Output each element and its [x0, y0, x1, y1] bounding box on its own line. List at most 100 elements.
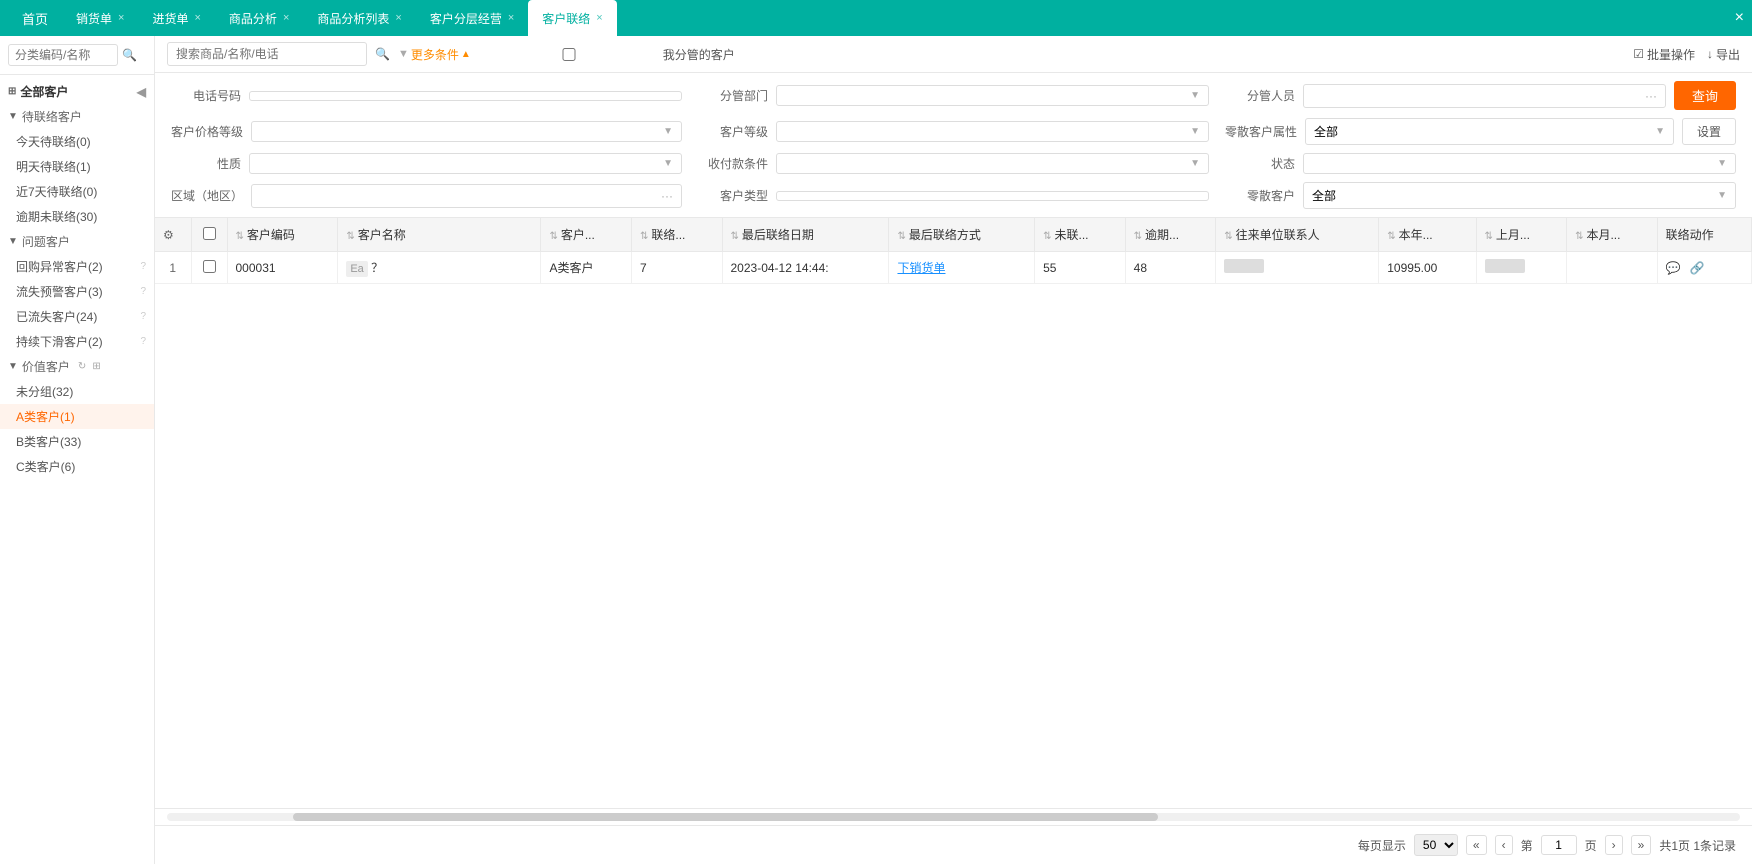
nature-select[interactable]: ▼ — [249, 153, 682, 174]
sidebar-item-churned[interactable]: 已流失客户(24) ? — [0, 304, 154, 329]
select-all-checkbox[interactable] — [203, 227, 216, 240]
close-purchase-tab[interactable]: × — [194, 12, 200, 24]
first-page-btn[interactable]: « — [1466, 835, 1487, 855]
advanced-filter: 电话号码 分管部门 ▼ 分管人员 ··· 查询 — [155, 73, 1752, 218]
th-checkbox — [191, 218, 227, 252]
more-conditions-btn[interactable]: ▼ 更多条件 ▲ — [398, 46, 471, 63]
nav-product-analysis-list[interactable]: 商品分析列表 × — [303, 0, 415, 36]
batch-operation-btn[interactable]: ☑ 批量操作 — [1633, 46, 1695, 63]
settings-button[interactable]: 设置 — [1682, 118, 1736, 145]
nav-purchase[interactable]: 进货单 × — [138, 0, 214, 36]
last-page-btn[interactable]: » — [1631, 835, 1652, 855]
sort-icon-unit: ⇅ — [1224, 231, 1232, 242]
batch-icon: ☑ — [1633, 47, 1644, 61]
per-page-label: 每页显示 — [1358, 837, 1406, 854]
customer-level-select[interactable]: ▼ — [776, 121, 1209, 142]
page-suffix: 页 — [1585, 837, 1597, 854]
sidebar-item-tomorrow[interactable]: 明天待联络(1) — [0, 154, 154, 179]
region-select[interactable]: ··· — [251, 184, 682, 208]
nav-customer-segmentation[interactable]: 客户分层经营 × — [416, 0, 528, 36]
sidebar-collapse-icon[interactable]: ◀ — [137, 85, 146, 99]
search-button[interactable]: 查询 — [1674, 81, 1736, 110]
customer-table: ⚙ ⇅客户编码 ⇅客户名称 ⇅客户... ⇅联络... ⇅最后联络日期 ⇅最后联… — [155, 218, 1752, 284]
page-number-input[interactable] — [1541, 835, 1577, 855]
status-select[interactable]: ▼ — [1303, 153, 1736, 174]
action-link-icon[interactable]: 🔗 — [1690, 261, 1705, 275]
class-c-label: C类客户(6) — [16, 458, 146, 475]
sidebar-item-unclassified[interactable]: 未分组(32) — [0, 379, 154, 404]
customer-name: Ea ？ — [338, 252, 541, 284]
sidebar-item-7days[interactable]: 近7天待联络(0) — [0, 179, 154, 204]
value-group-settings[interactable]: ⊞ — [92, 361, 100, 372]
nav-product-analysis[interactable]: 商品分析 × — [215, 0, 303, 36]
payment-select[interactable]: ▼ — [776, 153, 1209, 174]
scrollbar-thumb[interactable] — [293, 813, 1158, 821]
payment-caret: ▼ — [1190, 158, 1200, 169]
sidebar-search-icon[interactable]: 🔍 — [122, 48, 137, 62]
sidebar-group-pending[interactable]: ▼ 待联络客户 — [0, 104, 154, 129]
retail-select[interactable]: 全部 ▼ — [1303, 182, 1736, 209]
close-product-list-tab[interactable]: × — [395, 12, 401, 24]
price-level-select[interactable]: ▼ — [251, 121, 682, 142]
sidebar-item-declining[interactable]: 持续下滑客户(2) ? — [0, 329, 154, 354]
search-input[interactable] — [167, 42, 367, 66]
nav-customer-contact[interactable]: 客户联络 × — [528, 0, 616, 36]
sidebar-item-overdue[interactable]: 逾期未联络(30) — [0, 204, 154, 229]
prev-page-btn[interactable]: ‹ — [1495, 835, 1513, 855]
churn-warning-label: 流失预警客户(3) — [16, 283, 140, 300]
sort-icon-no-contact: ⇅ — [1043, 231, 1051, 242]
retail-attr-select[interactable]: 全部 ▼ — [1305, 118, 1674, 145]
action-comment-icon[interactable]: 💬 — [1666, 261, 1681, 275]
close-sales-tab[interactable]: × — [118, 12, 124, 24]
sidebar-item-churn-warning[interactable]: 流失预警客户(3) ? — [0, 279, 154, 304]
column-settings-icon[interactable]: ⚙ — [163, 228, 174, 242]
horizontal-scrollbar[interactable] — [167, 813, 1740, 821]
sidebar-group-value[interactable]: ▼ 价值客户 ↻ ⊞ — [0, 354, 154, 379]
current-year-amount: 10995.00 — [1379, 252, 1476, 284]
nav-home[interactable]: 首页 — [8, 0, 62, 36]
sidebar-item-today[interactable]: 今天待联络(0) — [0, 129, 154, 154]
payment-label: 收付款条件 — [698, 155, 768, 172]
row-checkbox[interactable] — [203, 260, 216, 273]
unit-contact — [1216, 252, 1379, 284]
my-customers-checkbox[interactable] — [479, 48, 659, 61]
value-group-refresh[interactable]: ↻ — [78, 361, 86, 372]
sidebar-search-input[interactable] — [8, 44, 118, 66]
manager-select[interactable]: ··· — [1303, 84, 1666, 108]
close-product-analysis-tab[interactable]: × — [283, 12, 289, 24]
sidebar-item-class-a[interactable]: A类客户(1) — [0, 404, 154, 429]
filter-row-dept: 分管部门 ▼ — [698, 81, 1209, 110]
nav-sales[interactable]: 销货单 × — [62, 0, 138, 36]
sidebar-group-problem[interactable]: ▼ 问题客户 — [0, 229, 154, 254]
sort-icon: ⇅ — [236, 231, 244, 242]
filter-search-icon[interactable]: 🔍 — [375, 47, 390, 61]
all-customers-label[interactable]: 全部客户 — [20, 83, 68, 100]
customer-type-input[interactable] — [776, 191, 1209, 201]
close-contact-tab[interactable]: × — [596, 12, 602, 24]
sidebar-item-class-c[interactable]: C类客户(6) — [0, 454, 154, 479]
per-page-select[interactable]: 50 — [1414, 834, 1458, 856]
price-level-caret: ▼ — [663, 126, 673, 137]
close-segmentation-tab[interactable]: × — [508, 12, 514, 24]
my-customers-filter[interactable]: 我分管的客户 — [479, 46, 735, 63]
th-last-contact-method: ⇅最后联络方式 — [889, 218, 1035, 252]
next-page-btn[interactable]: › — [1605, 835, 1623, 855]
export-btn[interactable]: ↓ 导出 — [1707, 46, 1740, 63]
problem-group-label: 问题客户 — [22, 233, 70, 250]
contact-method-link[interactable]: 下销货单 — [897, 261, 945, 275]
close-all-tabs[interactable]: × — [1735, 9, 1744, 27]
help-icon-churned: ? — [140, 311, 146, 322]
unclassified-label: 未分组(32) — [16, 383, 146, 400]
retail-label: 零散客户 — [1225, 187, 1295, 204]
export-label: 导出 — [1716, 46, 1740, 63]
phone-input[interactable] — [249, 91, 682, 101]
sidebar-item-repeat-abnormal[interactable]: 回购异常客户(2) ? — [0, 254, 154, 279]
sort-icon-year: ⇅ — [1387, 231, 1395, 242]
sidebar-item-class-b[interactable]: B类客户(33) — [0, 429, 154, 454]
customer-level-label: 客户等级 — [698, 123, 768, 140]
dept-select[interactable]: ▼ — [776, 85, 1209, 106]
right-actions: ☑ 批量操作 ↓ 导出 — [1633, 46, 1740, 63]
retail-attr-label: 零散客户属性 — [1225, 123, 1297, 140]
dept-caret: ▼ — [1190, 90, 1200, 101]
filter-row-payment: 收付款条件 ▼ — [698, 153, 1209, 174]
